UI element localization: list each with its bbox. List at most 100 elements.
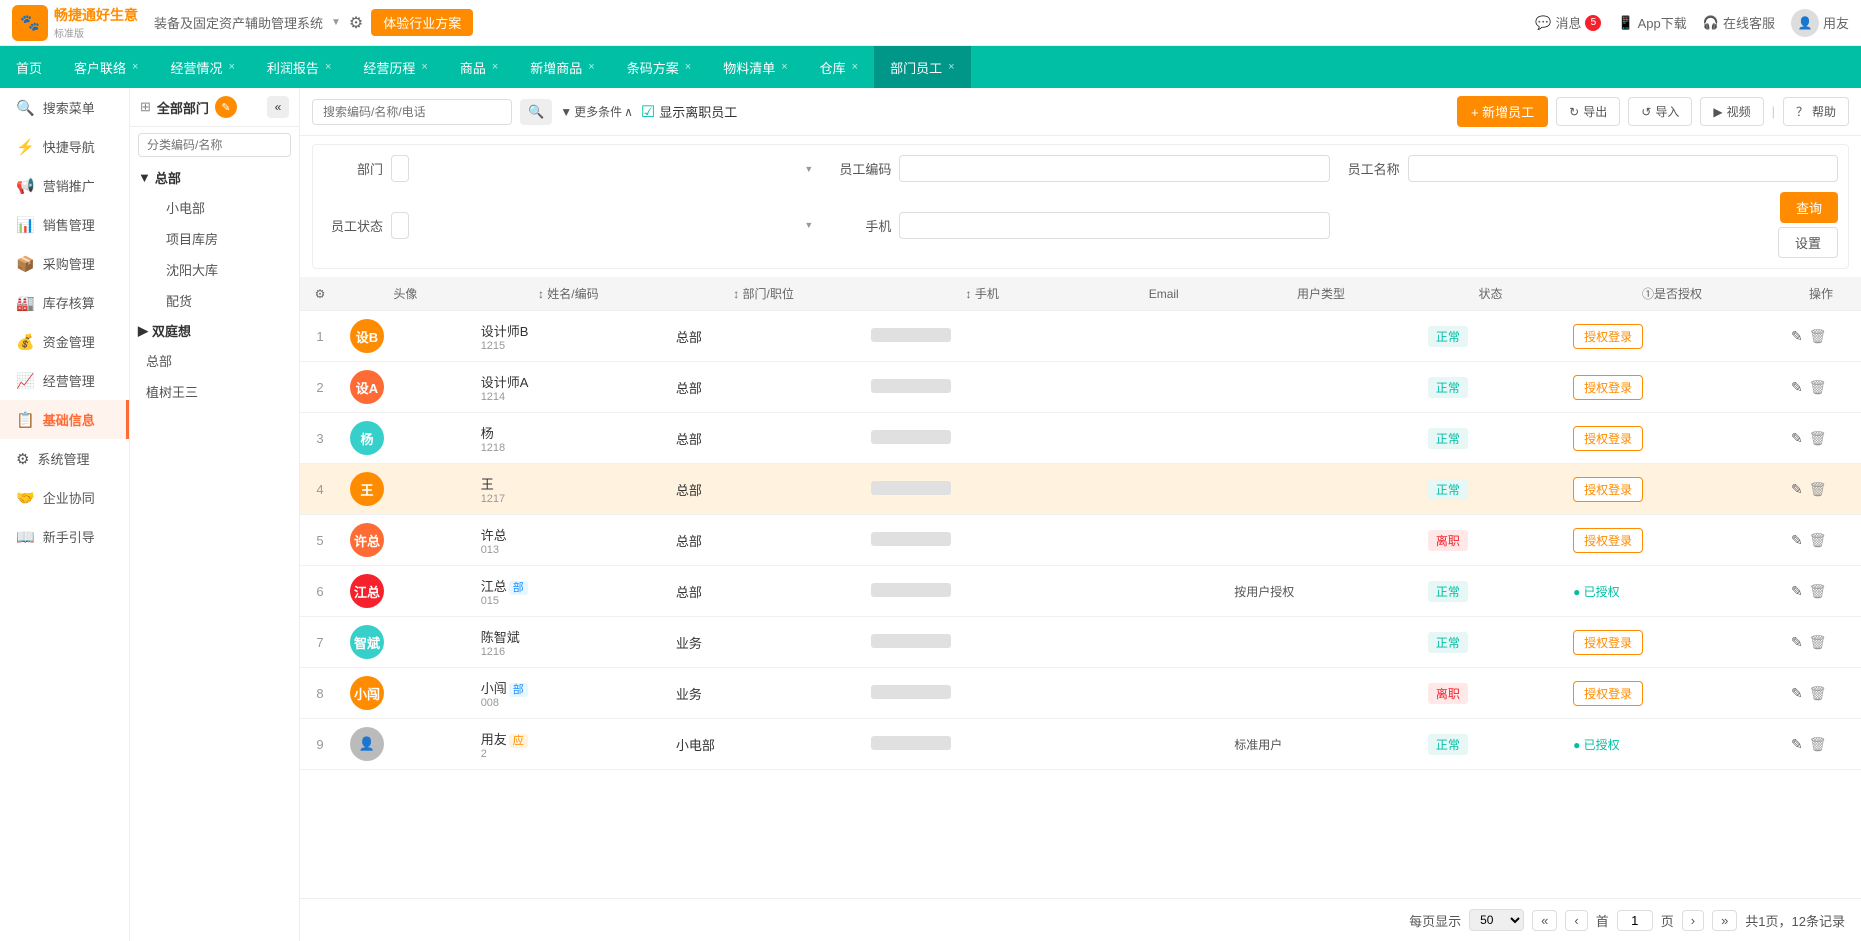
message-button[interactable]: 💬 消息 5 <box>1535 13 1601 32</box>
edit-button[interactable]: ✎ <box>1791 379 1803 396</box>
add-employee-button[interactable]: + 新增员工 <box>1457 96 1548 127</box>
tab-close-process[interactable]: × <box>421 61 427 73</box>
filter-empstatus-select[interactable] <box>391 212 409 239</box>
filter-empname-input[interactable] <box>1408 155 1838 182</box>
tab-new-goods[interactable]: 新增商品 × <box>514 46 610 88</box>
search-button[interactable]: 🔍 <box>520 99 552 125</box>
show-left-toggle[interactable]: ☑ 显示离职员工 <box>641 102 737 122</box>
auth-login-button[interactable]: 授权登录 <box>1573 630 1643 655</box>
view-button[interactable]: ▶ 视频 <box>1700 97 1763 126</box>
search-input[interactable] <box>312 99 512 125</box>
tab-customer[interactable]: 客户联络 × <box>58 46 154 88</box>
tab-close-employees[interactable]: × <box>948 61 954 73</box>
sidebar-item-collab[interactable]: 🤝 企业协同 <box>0 478 129 517</box>
tab-close-customer[interactable]: × <box>132 61 138 73</box>
tab-close-new-goods[interactable]: × <box>588 61 594 73</box>
dept-group-shuangtingxiang[interactable]: ▶ 双庭想 <box>130 316 299 345</box>
next-page-button[interactable]: › <box>1682 910 1704 931</box>
tab-home[interactable]: 首页 <box>0 46 58 88</box>
gear-button[interactable]: ⚙ <box>349 13 363 33</box>
filter-set-button[interactable]: 设置 <box>1778 227 1838 258</box>
sidebar-item-system[interactable]: ⚙ 系统管理 <box>0 439 129 478</box>
sidebar-item-purchase[interactable]: 📦 采购管理 <box>0 244 129 283</box>
dept-item-xiaodian[interactable]: 小电部 <box>146 192 299 223</box>
filter-empcode-input[interactable] <box>899 155 1329 182</box>
delete-button[interactable]: 🗑 <box>1809 736 1827 753</box>
col-phone[interactable]: ↕ 手机 <box>861 277 1103 311</box>
last-page-button[interactable]: » <box>1712 910 1737 931</box>
delete-button[interactable]: 🗑 <box>1809 583 1827 600</box>
tab-goods[interactable]: 商品 × <box>444 46 514 88</box>
dept-collapse-button[interactable]: « <box>267 96 289 118</box>
tab-close-bom[interactable]: × <box>781 61 787 73</box>
tab-business[interactable]: 经营情况 × <box>154 46 250 88</box>
help-button[interactable]: ？ 帮助 <box>1783 97 1849 126</box>
tab-employees[interactable]: 部门员工 × <box>874 46 970 88</box>
dept-group-zongbu[interactable]: ▼ 总部 <box>130 163 299 192</box>
export-button[interactable]: ↻ 导出 <box>1556 97 1620 126</box>
edit-button[interactable]: ✎ <box>1791 583 1803 600</box>
tab-close-profit[interactable]: × <box>325 61 331 73</box>
sidebar-item-sales[interactable]: 📊 销售管理 <box>0 205 129 244</box>
page-input[interactable] <box>1617 910 1653 931</box>
delete-button[interactable]: 🗑 <box>1809 430 1827 447</box>
dept-item-zongbu2[interactable]: 总部 <box>130 345 299 376</box>
tab-warehouse[interactable]: 仓库 × <box>804 46 874 88</box>
tab-close-business[interactable]: × <box>228 61 234 73</box>
edit-button[interactable]: ✎ <box>1791 481 1803 498</box>
dept-item-project[interactable]: 项目库房 <box>146 223 299 254</box>
auth-login-button[interactable]: 授权登录 <box>1573 426 1643 451</box>
auth-login-button[interactable]: 授权登录 <box>1573 477 1643 502</box>
delete-button[interactable]: 🗑 <box>1809 481 1827 498</box>
import-button[interactable]: ↺ 导入 <box>1628 97 1692 126</box>
sidebar-item-marketing[interactable]: 📢 营销推广 <box>0 166 129 205</box>
edit-button[interactable]: ✎ <box>1791 685 1803 702</box>
auth-login-button[interactable]: 授权登录 <box>1573 324 1643 349</box>
delete-button[interactable]: 🗑 <box>1809 328 1827 345</box>
edit-button[interactable]: ✎ <box>1791 328 1803 345</box>
dept-item-peihuo[interactable]: 配货 <box>146 285 299 316</box>
sidebar-item-basic[interactable]: 📋 基础信息 <box>0 400 129 439</box>
dept-item-shenyang[interactable]: 沈阳大库 <box>146 254 299 285</box>
sidebar-item-inventory[interactable]: 🏭 库存核算 <box>0 283 129 322</box>
per-page-select[interactable]: 50 100 <box>1469 909 1524 931</box>
edit-button[interactable]: ✎ <box>1791 430 1803 447</box>
col-settings[interactable]: ⚙ <box>300 277 340 311</box>
sidebar-item-guide[interactable]: 📖 新手引导 <box>0 517 129 556</box>
edit-button[interactable]: ✎ <box>1791 736 1803 753</box>
tab-close-warehouse[interactable]: × <box>852 61 858 73</box>
sidebar-item-search[interactable]: 🔍 搜索菜单 <box>0 88 129 127</box>
app-download-button[interactable]: 📱 App下载 <box>1617 13 1686 32</box>
filter-dept-select[interactable] <box>391 155 409 182</box>
delete-button[interactable]: 🗑 <box>1809 685 1827 702</box>
tab-process[interactable]: 经营历程 × <box>347 46 443 88</box>
system-dropdown-arrow[interactable]: ▼ <box>331 17 341 28</box>
first-page-button[interactable]: « <box>1532 910 1557 931</box>
col-name[interactable]: ↕ 姓名/编码 <box>471 277 666 311</box>
auth-login-button[interactable]: 授权登录 <box>1573 681 1643 706</box>
user-area[interactable]: 👤 用友 <box>1791 9 1849 37</box>
filter-phone-input[interactable] <box>899 212 1329 239</box>
sidebar-item-quicknav[interactable]: ⚡ 快捷导航 <box>0 127 129 166</box>
online-service-button[interactable]: 🎧 在线客服 <box>1703 13 1775 32</box>
auth-login-button[interactable]: 授权登录 <box>1573 375 1643 400</box>
tab-barcode[interactable]: 条码方案 × <box>611 46 707 88</box>
dept-edit-button[interactable]: ✎ <box>215 96 237 118</box>
dept-search-input[interactable] <box>138 133 291 157</box>
sidebar-item-operation[interactable]: 📈 经营管理 <box>0 361 129 400</box>
auth-login-button[interactable]: 授权登录 <box>1573 528 1643 553</box>
delete-button[interactable]: 🗑 <box>1809 634 1827 651</box>
tab-close-goods[interactable]: × <box>492 61 498 73</box>
filter-search-button[interactable]: 查询 <box>1780 192 1838 223</box>
tab-bom[interactable]: 物料清单 × <box>707 46 803 88</box>
edit-button[interactable]: ✎ <box>1791 634 1803 651</box>
tab-close-barcode[interactable]: × <box>685 61 691 73</box>
dept-item-zhishu[interactable]: 植树王三 <box>130 376 299 407</box>
sidebar-item-finance[interactable]: 💰 资金管理 <box>0 322 129 361</box>
delete-button[interactable]: 🗑 <box>1809 379 1827 396</box>
col-dept[interactable]: ↕ 部门/职位 <box>666 277 861 311</box>
prev-page-button[interactable]: ‹ <box>1565 910 1587 931</box>
delete-button[interactable]: 🗑 <box>1809 532 1827 549</box>
tab-profit[interactable]: 利润报告 × <box>251 46 347 88</box>
more-conditions-button[interactable]: ▼ 更多条件 ∧ <box>560 103 633 120</box>
